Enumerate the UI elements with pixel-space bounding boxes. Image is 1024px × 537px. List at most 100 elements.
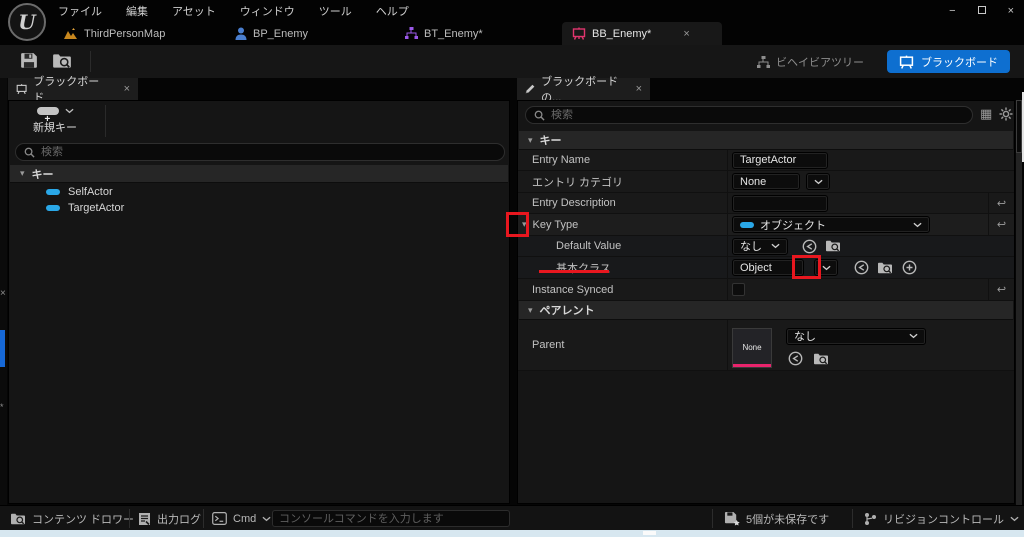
row-instance-synced: Instance Synced ↩ [518, 279, 1014, 301]
new-key-icon: + [36, 107, 59, 125]
use-selected-button[interactable] [786, 350, 804, 368]
new-asset-button[interactable] [900, 259, 918, 277]
entry-description-field[interactable] [732, 194, 828, 212]
output-log-button[interactable]: 出力ログ [138, 506, 201, 531]
entry-category-field[interactable]: None [732, 173, 800, 190]
save-star-icon [724, 511, 740, 526]
browse-button[interactable] [876, 259, 894, 277]
key-list-item-targetactor[interactable]: TargetActor [10, 200, 508, 216]
tab-bp-enemy[interactable]: BP_Enemy [235, 22, 308, 45]
parent-asset-thumbnail[interactable]: None [732, 327, 772, 368]
arrow-left-circle-icon [854, 260, 868, 275]
tab-close-icon[interactable]: × [683, 28, 689, 40]
key-list-item-selfactor[interactable]: SelfActor [10, 184, 508, 200]
key-search-box[interactable] [15, 143, 505, 161]
console-command-input[interactable] [272, 510, 510, 527]
chevron-down-icon [64, 108, 74, 114]
blackboard-panel-tab[interactable]: ブラックボード × [8, 76, 138, 104]
details-panel-tab[interactable]: ブラックボードの... × [517, 76, 650, 104]
asset-tab-bar: ThirdPersonMap BP_Enemy BT_Enemy* BB_Ene… [0, 22, 1024, 45]
entry-category-dropdown-button[interactable] [806, 173, 830, 190]
reset-button[interactable]: ↩ [988, 214, 1014, 235]
close-button[interactable]: × [1008, 5, 1014, 17]
menu-window[interactable]: ウィンドウ [240, 3, 295, 19]
key-search-input[interactable] [41, 146, 496, 158]
unsaved-assets-button[interactable]: 5個が未保存です [724, 506, 829, 531]
folder-search-icon [878, 262, 892, 273]
folder-search-icon [826, 240, 840, 252]
gear-icon [999, 107, 1013, 121]
menu-file[interactable]: ファイル [58, 3, 102, 19]
menu-edit[interactable]: 編集 [126, 3, 148, 19]
panel-toolbar-separator [105, 105, 106, 137]
search-icon [24, 147, 35, 158]
category-key-header[interactable]: ▾ キー [519, 131, 1013, 150]
reset-button[interactable]: ↩ [988, 279, 1014, 300]
instance-synced-checkbox[interactable] [732, 283, 745, 296]
tab-bb-enemy[interactable]: BB_Enemy* × [562, 22, 722, 45]
entry-name-field[interactable] [732, 151, 828, 169]
revision-control-button[interactable]: リビジョンコントロール [864, 506, 1019, 531]
browse-to-asset-button[interactable] [52, 52, 72, 73]
bottom-screen-strip [0, 530, 1024, 537]
default-value-dropdown[interactable]: なし [732, 237, 788, 255]
annotation-box-base-class-dropdown [792, 255, 821, 279]
blueprint-person-icon [235, 27, 247, 40]
browse-button[interactable] [824, 237, 842, 255]
folder-search-icon [53, 54, 71, 68]
entry-name-input[interactable] [740, 154, 820, 166]
branch-icon [865, 512, 876, 525]
parent-dropdown[interactable]: なし [786, 327, 926, 345]
triangle-down-icon: ▾ [20, 168, 25, 178]
asset-color-bar [733, 363, 771, 367]
content-drawer-button[interactable]: コンテンツ ドロワー [10, 506, 134, 531]
blackboard-mode-button[interactable]: ブラックボード [887, 50, 1010, 73]
behavior-tree-icon [757, 55, 770, 68]
row-default-value: Default Value なし [518, 236, 1014, 257]
panel-close-icon[interactable]: × [124, 83, 130, 95]
object-key-icon [46, 189, 60, 195]
behavior-tree-mode-button[interactable]: ビヘイビアツリー [757, 51, 864, 73]
minimize-button[interactable]: − [949, 5, 955, 17]
blackboard-panel: ブラックボード × + 新規キー ▾ キー S [8, 76, 510, 504]
save-button[interactable] [20, 52, 38, 73]
map-icon [64, 27, 77, 39]
browse-button[interactable] [812, 350, 830, 368]
cmd-selector[interactable]: Cmd [212, 506, 271, 531]
strip-artifact [643, 531, 656, 535]
menu-asset[interactable]: アセット [172, 3, 216, 19]
window-controls: − × [949, 0, 1014, 22]
chevron-down-icon [813, 179, 823, 184]
new-key-button[interactable]: + 新規キー [15, 103, 95, 139]
use-selected-button[interactable] [852, 259, 870, 277]
tab-thirdpersonmap[interactable]: ThirdPersonMap [64, 22, 165, 45]
menu-bar: ファイル 編集 アセット ウィンドウ ツール ヘルプ [58, 0, 409, 22]
panel-close-icon[interactable]: × [636, 83, 642, 95]
category-parent-header[interactable]: ▾ ペアレント [519, 301, 1013, 320]
unreal-logo-icon[interactable]: U [8, 3, 46, 41]
grid-view-icon[interactable]: ▦ [980, 106, 992, 122]
use-selected-button[interactable] [800, 237, 818, 255]
maximize-button[interactable] [977, 5, 986, 17]
entry-description-input[interactable] [740, 197, 820, 209]
statusbar-separator [852, 509, 853, 528]
reset-icon: ↩ [996, 197, 1007, 210]
details-search-box[interactable] [525, 106, 973, 124]
key-type-dropdown[interactable]: オブジェクト [732, 216, 930, 233]
tab-bt-enemy[interactable]: BT_Enemy* [405, 22, 483, 45]
menu-tools[interactable]: ツール [319, 3, 352, 19]
object-key-icon [740, 221, 754, 228]
background-glyph: * [0, 402, 4, 412]
background-selection-bar [0, 330, 5, 367]
details-search-input[interactable] [551, 109, 964, 121]
details-settings-button[interactable] [999, 107, 1013, 124]
pencil-icon [525, 84, 535, 94]
annotation-box-key-type-expander [506, 212, 529, 237]
plus-circle-icon [902, 260, 916, 275]
asset-toolbar: ビヘイビアツリー ブラックボード [0, 45, 1024, 78]
details-panel-body: ▦ ▾ キー Entry Name エントリ カテゴリ None [517, 100, 1015, 504]
keys-category-header[interactable]: ▾ キー [10, 165, 508, 183]
annotation-underline-base-class [539, 270, 609, 273]
reset-button[interactable]: ↩ [988, 193, 1014, 213]
menu-help[interactable]: ヘルプ [376, 3, 409, 19]
